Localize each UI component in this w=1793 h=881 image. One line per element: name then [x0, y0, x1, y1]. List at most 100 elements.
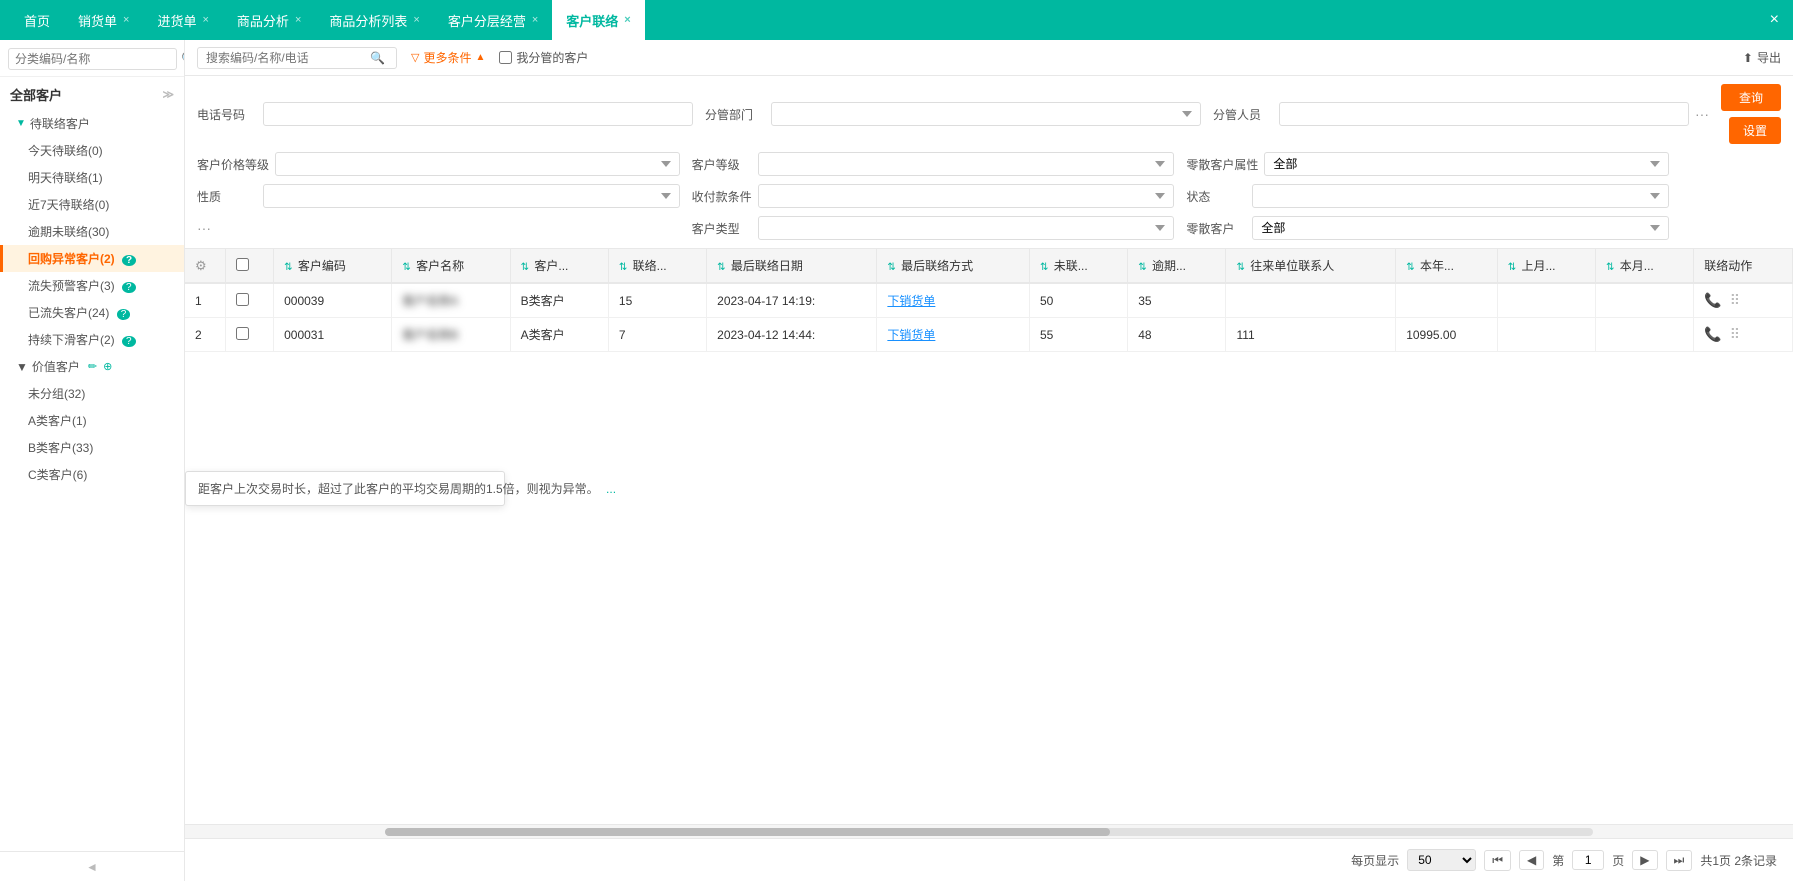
table-select-all-checkbox[interactable]	[236, 258, 249, 271]
action-menu-icon-2[interactable]: ⠿	[1730, 326, 1740, 343]
th-current-year[interactable]: ⇅ 本年...	[1396, 249, 1498, 283]
sidebar-value-group[interactable]: ▼ 价值客户 ✏ ⊕	[0, 353, 184, 380]
page-last-button[interactable]: ⏭	[1666, 850, 1693, 871]
nav-close-customer-segmentation[interactable]: ×	[532, 14, 538, 26]
filter-select-nature[interactable]	[263, 184, 680, 208]
declining-help-icon[interactable]: ?	[122, 336, 136, 347]
sidebar-item-already-lost[interactable]: 已流失客户(24) ?	[0, 299, 184, 326]
td-method-link-2[interactable]: 下销货单	[887, 328, 935, 342]
filter-select-customer-type[interactable]	[758, 216, 1175, 240]
th-current-month[interactable]: ⇅ 本月...	[1596, 249, 1694, 283]
nav-close-purchase-order[interactable]: ×	[202, 14, 208, 26]
my-customers-checkbox-label[interactable]: 我分管的客户	[499, 49, 588, 66]
page-number-input[interactable]	[1572, 850, 1604, 870]
th-last-contact-method[interactable]: ⇅ 最后联络方式	[877, 249, 1030, 283]
lost-warning-help-icon[interactable]: ?	[122, 282, 136, 293]
th-contact-count[interactable]: ⇅ 联络...	[608, 249, 706, 283]
filter-search-input[interactable]	[206, 51, 366, 65]
nav-product-analysis[interactable]: 商品分析 ×	[223, 0, 315, 40]
page-next-button[interactable]: ▶	[1632, 850, 1657, 870]
filter-select-retail-attr[interactable]: 全部	[1264, 152, 1669, 176]
filter-cell-customer-type: 客户类型	[692, 216, 1175, 240]
td-method-link-1[interactable]: 下销货单	[887, 294, 935, 308]
action-menu-icon-1[interactable]: ⠿	[1730, 292, 1740, 309]
sidebar-item-lost-warning[interactable]: 流失预警客户(3) ?	[0, 272, 184, 299]
sidebar-value-edit-icon[interactable]: ✏	[88, 360, 97, 373]
th-customer-type[interactable]: ⇅ 客户...	[510, 249, 608, 283]
my-customers-checkbox[interactable]	[499, 51, 512, 64]
th-last-month[interactable]: ⇅ 上月...	[1497, 249, 1595, 283]
td-lastmonth-1	[1497, 283, 1595, 318]
th-type-sort-icon: ⇅	[521, 262, 529, 273]
nav-close-product-analysis-list[interactable]: ×	[413, 14, 419, 26]
scroll-track[interactable]	[385, 828, 1593, 836]
sidebar-item-declining[interactable]: 持续下滑客户(2) ?	[0, 326, 184, 353]
filter-dots-expand[interactable]: ···	[197, 220, 211, 236]
nav-product-analysis-list[interactable]: 商品分析列表 ×	[315, 0, 433, 40]
filter-label-dept: 分管部门	[705, 106, 765, 123]
sidebar-pending-group[interactable]: ▼ 待联络客户	[0, 110, 184, 137]
sidebar-item-overdue[interactable]: 逾期未联络(30)	[0, 218, 184, 245]
repurchase-help-icon[interactable]: ?	[122, 255, 136, 266]
th-uncontacted-days[interactable]: ⇅ 未联...	[1029, 249, 1127, 283]
nav-purchase-order[interactable]: 进货单 ×	[143, 0, 222, 40]
row2-checkbox[interactable]	[236, 327, 249, 340]
nav-customer-segmentation[interactable]: 客户分层经营 ×	[434, 0, 552, 40]
sidebar-value-add-icon[interactable]: ⊕	[103, 360, 112, 373]
page-prev-button[interactable]: ◀	[1519, 850, 1544, 870]
nav-customer-contact[interactable]: 客户联络 ×	[552, 0, 644, 40]
filter-select-dept[interactable]	[771, 102, 1201, 126]
sidebar-item-a-class[interactable]: A类客户(1)	[0, 407, 184, 434]
th-contact-person[interactable]: ⇅ 往来单位联系人	[1226, 249, 1396, 283]
export-button[interactable]: ⬆ 导出	[1743, 49, 1781, 66]
td-year-2: 10995.00	[1396, 318, 1498, 352]
nav-home[interactable]: 首页	[10, 0, 64, 40]
filter-select-customer-grade[interactable]	[758, 152, 1175, 176]
sidebar-collapse-icon[interactable]: ≫	[162, 88, 174, 101]
horizontal-scrollbar[interactable]	[185, 824, 1793, 838]
sidebar-search-input[interactable]	[8, 48, 177, 70]
filter-input-manager[interactable]	[1279, 102, 1689, 126]
sidebar-item-b-class[interactable]: B类客户(33)	[0, 434, 184, 461]
already-lost-help-icon[interactable]: ?	[117, 309, 131, 320]
nav-sales-order[interactable]: 销货单 ×	[64, 0, 143, 40]
sidebar-bottom-arrow[interactable]: ◄	[0, 851, 184, 881]
sidebar-item-today[interactable]: 今天待联络(0)	[0, 137, 184, 164]
sidebar-item-repurchase-abnormal[interactable]: 回购异常客户(2) ?	[0, 245, 184, 272]
filter-search-icon[interactable]: 🔍	[370, 51, 385, 65]
th-code[interactable]: ⇅ 客户编码	[274, 249, 392, 283]
sidebar-item-unclassified[interactable]: 未分组(32)	[0, 380, 184, 407]
table-row: 2 000031 客户名称B A类客户 7 2023-04-12 14:44: …	[185, 318, 1793, 352]
td-actions-1: 📞 ⠿	[1694, 283, 1793, 318]
nav-close-product-analysis[interactable]: ×	[295, 14, 301, 26]
nav-close-sales-order[interactable]: ×	[123, 14, 129, 26]
action-phone-icon-1[interactable]: 📞	[1704, 292, 1721, 309]
query-button[interactable]: 查询	[1721, 84, 1781, 111]
filter-select-payment[interactable]	[758, 184, 1175, 208]
nav-close-all-button[interactable]: ×	[1770, 11, 1779, 29]
filter-input-phone[interactable]	[263, 102, 693, 126]
row1-checkbox[interactable]	[236, 293, 249, 306]
filter-select-status[interactable]	[1252, 184, 1669, 208]
td-lastmonth-2	[1497, 318, 1595, 352]
page-first-button[interactable]: ⏮	[1484, 850, 1511, 871]
per-page-select[interactable]: 50 100 200	[1407, 849, 1476, 871]
filter-select-retail-customer[interactable]: 全部	[1252, 216, 1669, 240]
th-overdue-days[interactable]: ⇅ 逾期...	[1128, 249, 1226, 283]
td-last-date-2: 2023-04-12 14:44:	[707, 318, 877, 352]
filter-more-button[interactable]: ▽ 更多条件 ▲	[405, 46, 491, 69]
nav-close-customer-contact[interactable]: ×	[624, 14, 630, 26]
table-settings-icon[interactable]: ⚙	[195, 258, 207, 273]
filter-manager-dots[interactable]: ···	[1695, 106, 1709, 122]
sidebar-item-c-class[interactable]: C类客户(6)	[0, 461, 184, 488]
th-last-contact-date[interactable]: ⇅ 最后联络日期	[707, 249, 877, 283]
sidebar-all-customers[interactable]: 全部客户 ≫	[0, 77, 184, 110]
th-name[interactable]: ⇅ 客户名称	[392, 249, 510, 283]
sidebar-item-7days[interactable]: 近7天待联络(0)	[0, 191, 184, 218]
sidebar-item-tomorrow[interactable]: 明天待联络(1)	[0, 164, 184, 191]
scroll-thumb[interactable]	[385, 828, 1110, 836]
filter-select-price-grade[interactable]	[275, 152, 680, 176]
th-uncontacted-sort-icon: ⇅	[1040, 262, 1048, 273]
settings-button[interactable]: 设置	[1729, 117, 1781, 144]
action-phone-icon-2[interactable]: 📞	[1704, 326, 1721, 343]
